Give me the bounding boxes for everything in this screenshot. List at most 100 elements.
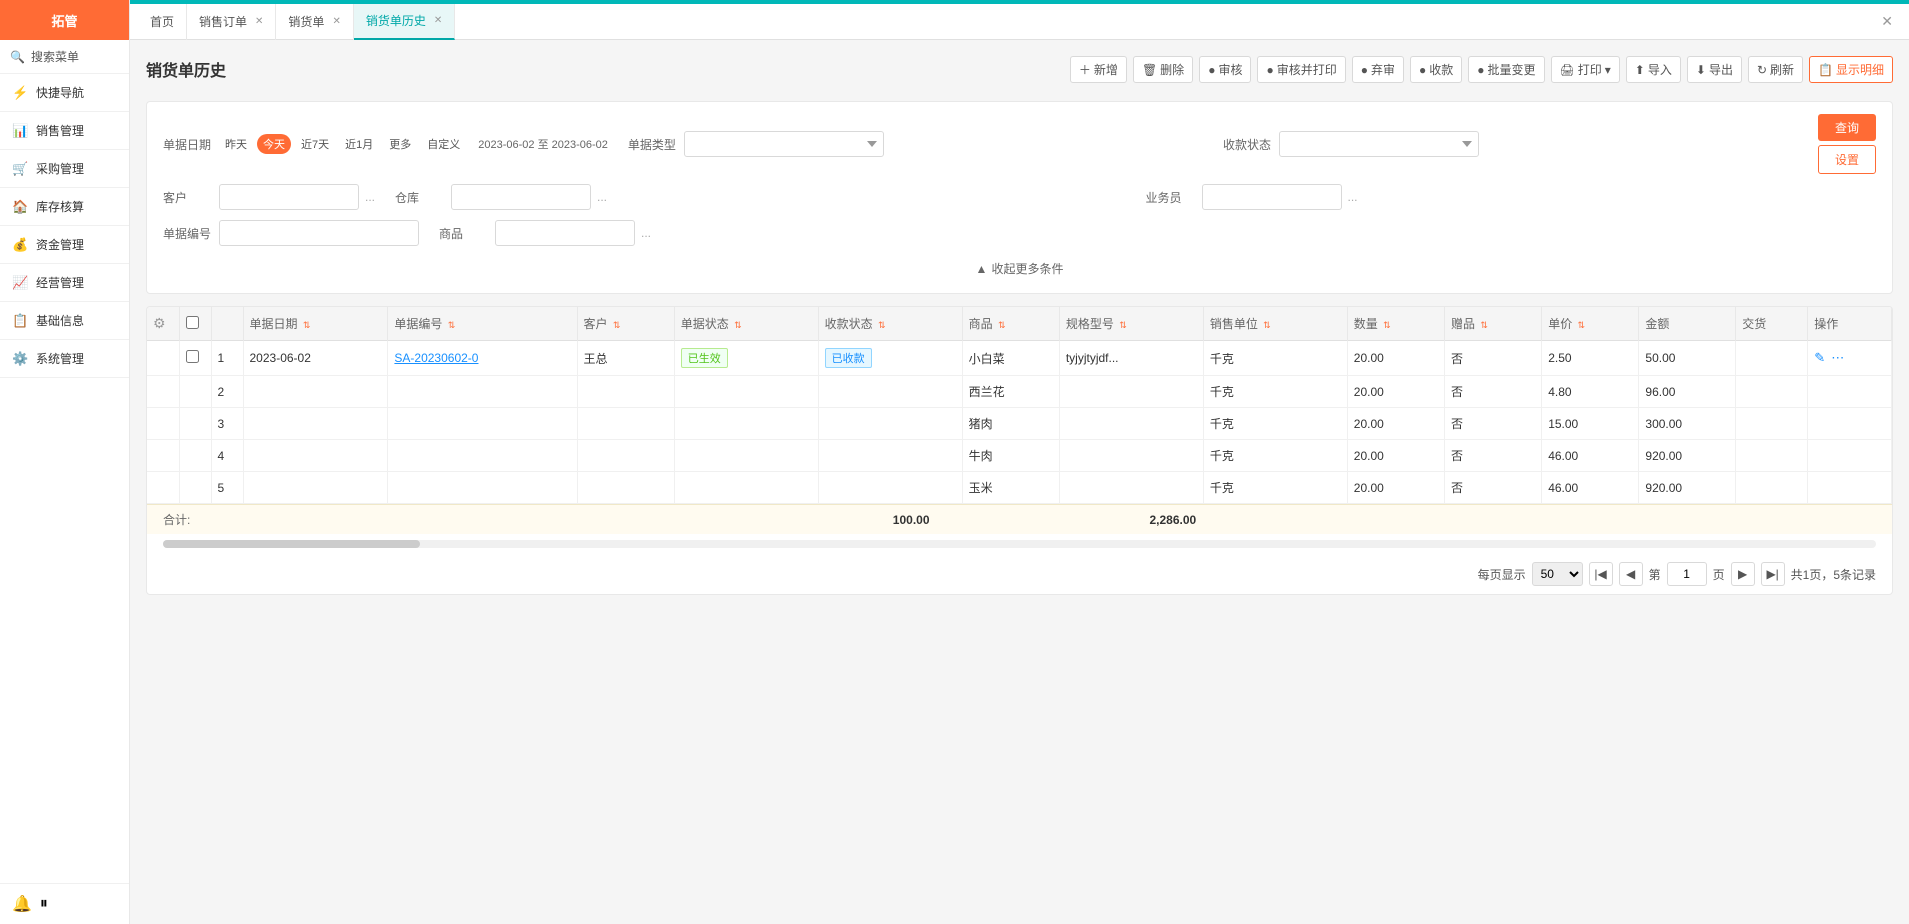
customer-input[interactable]	[219, 184, 359, 210]
sidebar-item-basic-info[interactable]: 📋 基础信息	[0, 302, 129, 340]
th-doc-status[interactable]: 单据状态 ⇅	[674, 307, 818, 341]
column-settings-icon[interactable]: ⚙	[153, 315, 166, 331]
abandon-button[interactable]: ● 弃审	[1352, 56, 1404, 83]
date-1month-btn[interactable]: 近1月	[339, 134, 379, 154]
collect-button[interactable]: ● 收款	[1410, 56, 1462, 83]
settings-button[interactable]: 设置	[1818, 145, 1876, 174]
customer-ellipsis[interactable]: ...	[365, 190, 375, 204]
date-more-btn[interactable]: 更多	[383, 134, 417, 154]
tab-sales-goods[interactable]: 销货单 ✕	[276, 4, 353, 40]
batch-change-button[interactable]: ● 批量变更	[1468, 56, 1544, 83]
td-doc-no-1[interactable]: SA-20230602-0	[388, 341, 577, 376]
tab-sales-history[interactable]: 销货单历史 ✕	[354, 4, 455, 40]
more-icon-1[interactable]: ⋯	[1831, 350, 1844, 366]
td-amount-2: 96.00	[1639, 376, 1736, 408]
sidebar-search[interactable]: 🔍 搜索菜单	[0, 40, 129, 74]
td-doc-no-3	[388, 408, 577, 440]
first-page-btn[interactable]: |◀	[1589, 562, 1613, 586]
scroll-thumb[interactable]	[163, 540, 420, 548]
collapse-btn[interactable]: ▲ 收起更多条件	[163, 256, 1876, 281]
filter-row-2: 客户 ... 仓库 ... 业务员 ...	[163, 184, 1876, 210]
goods-ellipsis[interactable]: ...	[641, 226, 651, 240]
row-1-checkbox[interactable]	[186, 350, 199, 363]
sidebar-item-system-mgmt[interactable]: ⚙️ 系统管理	[0, 340, 129, 378]
notification-icon[interactable]: 🔔	[12, 894, 32, 914]
review-button[interactable]: ● 审核	[1199, 56, 1251, 83]
doc-no-input[interactable]	[219, 220, 419, 246]
td-quantity-3: 20.00	[1347, 408, 1444, 440]
th-customer[interactable]: 客户 ⇅	[577, 307, 674, 341]
filter-salesperson: 业务员 ...	[1146, 184, 1877, 210]
salesperson-ellipsis[interactable]: ...	[1348, 190, 1358, 204]
review-print-button[interactable]: ● 审核并打印	[1257, 56, 1345, 83]
sidebar-item-sales-mgmt[interactable]: 📊 销售管理	[0, 112, 129, 150]
tab-close-sales-goods[interactable]: ✕	[332, 16, 340, 27]
query-button[interactable]: 查询	[1818, 114, 1876, 141]
sidebar-item-label: 销售管理	[36, 122, 84, 139]
td-doc-status-3	[674, 408, 818, 440]
print-button[interactable]: 🖨 打印 ▾	[1551, 56, 1620, 83]
collapse-label: 收起更多条件	[991, 260, 1063, 277]
date-yesterday-btn[interactable]: 昨天	[219, 134, 253, 154]
delete-button[interactable]: 🗑 删除	[1133, 56, 1193, 83]
last-page-btn[interactable]: ▶|	[1761, 562, 1785, 586]
show-detail-button[interactable]: 📋 显示明细	[1809, 56, 1893, 83]
th-doc-no[interactable]: 单据编号 ⇅	[388, 307, 577, 341]
th-spec[interactable]: 规格型号 ⇅	[1059, 307, 1203, 341]
app-logo: 拓管	[0, 0, 129, 40]
tab-home[interactable]: 首页	[138, 4, 187, 40]
td-spec-5	[1059, 472, 1203, 504]
select-all-checkbox[interactable]	[186, 316, 199, 329]
td-transaction-4	[1736, 440, 1808, 472]
td-action-1: ✎ ⋯	[1808, 341, 1892, 376]
sidebar-item-inventory[interactable]: 🏠 库存核算	[0, 188, 129, 226]
td-spec-2	[1059, 376, 1203, 408]
next-page-btn[interactable]: ▶	[1731, 562, 1755, 586]
import-button[interactable]: ⬆ 导入	[1626, 56, 1681, 83]
add-button[interactable]: ＋ 新增	[1070, 56, 1127, 83]
td-gift-5: 否	[1444, 472, 1541, 504]
tab-close-sales-history[interactable]: ✕	[434, 15, 442, 26]
doc-type-select[interactable]	[684, 131, 884, 157]
sidebar-item-operations[interactable]: 📈 经营管理	[0, 264, 129, 302]
td-date-3	[243, 408, 388, 440]
export-button[interactable]: ⬇ 导出	[1687, 56, 1742, 83]
payment-status-select[interactable]	[1279, 131, 1479, 157]
tab-bar-close-all[interactable]: ✕	[1873, 13, 1901, 30]
td-gear-4	[147, 440, 179, 472]
th-date[interactable]: 单据日期 ⇅	[243, 307, 388, 341]
td-payment-status-1: 已收款	[818, 341, 962, 376]
th-gift[interactable]: 赠品 ⇅	[1444, 307, 1541, 341]
date-today-btn[interactable]: 今天	[257, 134, 291, 154]
date-7days-btn[interactable]: 近7天	[295, 134, 335, 154]
refresh-button[interactable]: ↻ 刷新	[1748, 56, 1803, 83]
sidebar-item-finance[interactable]: 💰 资金管理	[0, 226, 129, 264]
warehouse-input[interactable]	[451, 184, 591, 210]
goods-input[interactable]	[495, 220, 635, 246]
tab-close-sales-order[interactable]: ✕	[255, 16, 263, 27]
page-input[interactable]	[1667, 562, 1707, 586]
tab-sales-order[interactable]: 销售订单 ✕	[187, 4, 276, 40]
payment-status-badge-1: 已收款	[825, 348, 872, 368]
export-icon: ⬇	[1696, 63, 1706, 77]
doc-no-link-1[interactable]: SA-20230602-0	[394, 351, 478, 365]
horizontal-scrollbar[interactable]	[147, 534, 1892, 554]
td-row-no-4: 4	[211, 440, 243, 472]
salesperson-input[interactable]	[1202, 184, 1342, 210]
th-quantity[interactable]: 数量 ⇅	[1347, 307, 1444, 341]
prev-page-btn[interactable]: ◀	[1619, 562, 1643, 586]
th-unit[interactable]: 销售单位 ⇅	[1203, 307, 1347, 341]
sidebar-item-quick-nav[interactable]: ⚡ 快捷导航	[0, 74, 129, 112]
edit-icon-1[interactable]: ✎	[1814, 350, 1825, 366]
th-payment-status[interactable]: 收款状态 ⇅	[818, 307, 962, 341]
th-goods[interactable]: 商品 ⇅	[962, 307, 1059, 341]
sort-payment-status-icon: ⇅	[878, 320, 886, 331]
date-custom-btn[interactable]: 自定义	[421, 134, 466, 154]
td-checkbox-3	[179, 408, 211, 440]
per-page-select[interactable]: 50 10 20 100	[1532, 562, 1583, 586]
warehouse-ellipsis[interactable]: ...	[597, 190, 607, 204]
filter-section: 单据日期 昨天 今天 近7天 近1月 更多 自定义 2023-06-02 至 2…	[146, 101, 1893, 294]
pause-icon[interactable]: ⏸	[40, 895, 48, 913]
th-unit-price[interactable]: 单价 ⇅	[1542, 307, 1639, 341]
sidebar-item-purchase-mgmt[interactable]: 🛒 采购管理	[0, 150, 129, 188]
